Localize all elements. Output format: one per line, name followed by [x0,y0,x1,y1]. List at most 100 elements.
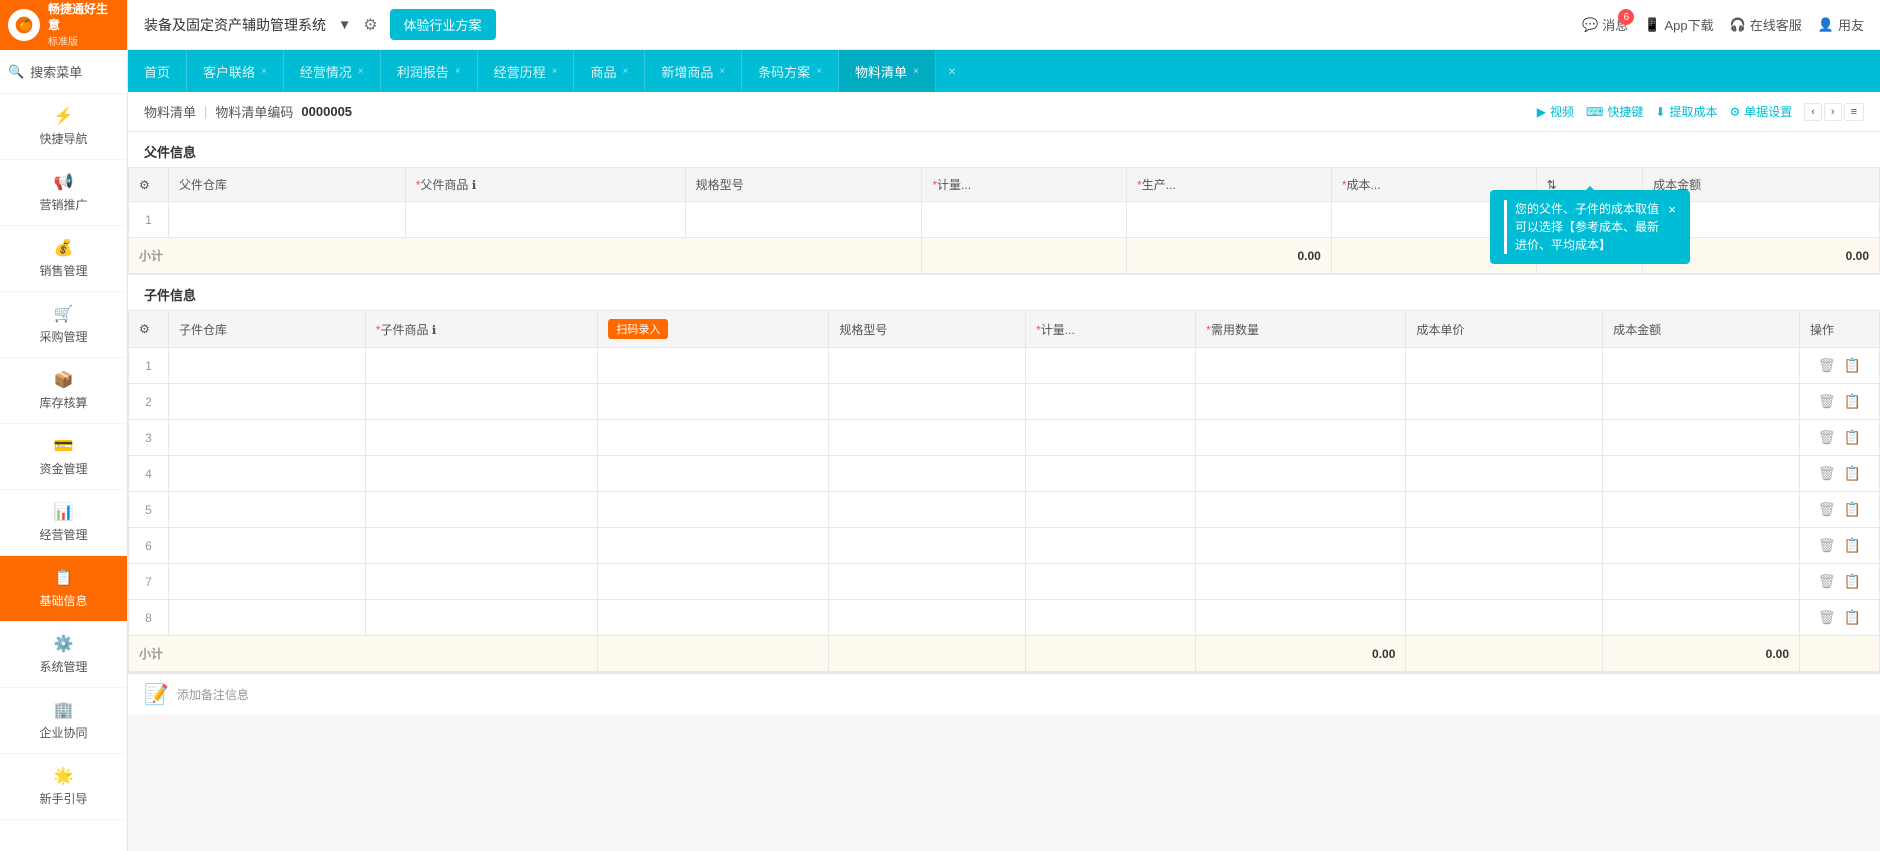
child-unit-cost-cell[interactable] [1406,456,1603,492]
tab-goods[interactable]: 商品 × [574,50,645,92]
child-unit-cell[interactable] [1026,564,1196,600]
child-warehouse-cell[interactable] [169,420,366,456]
parent-production-cell[interactable] [1127,202,1332,238]
tab-close-icon[interactable]: × [816,66,822,77]
delete-icon[interactable]: 🗑 [1818,609,1836,626]
sidebar-item-operations[interactable]: 📊 经营管理 [0,490,127,556]
sidebar-item-finance[interactable]: 💳 资金管理 [0,424,127,490]
child-unit-cell[interactable] [1026,600,1196,636]
tab-close-all[interactable]: × [936,50,968,92]
topbar-dropdown-button[interactable]: ▼ [338,17,351,32]
child-unit-cell[interactable] [1026,492,1196,528]
tab-operations[interactable]: 经营情况 × [284,50,381,92]
single-settings-action[interactable]: ⚙ 单据设置 [1729,103,1792,120]
child-spec-cell[interactable] [829,528,1026,564]
child-unit-cell[interactable] [1026,528,1196,564]
message-button[interactable]: 💬 消息 6 [1582,15,1628,34]
tab-close-icon[interactable]: × [358,66,364,77]
th-scan[interactable]: 扫码录入 [598,311,829,348]
delete-icon[interactable]: 🗑 [1818,573,1836,590]
child-product-cell[interactable] [365,348,598,384]
child-unit-cost-cell[interactable] [1406,348,1603,384]
tab-home[interactable]: 首页 [128,50,187,92]
delete-icon[interactable]: 🗑 [1818,429,1836,446]
child-warehouse-cell[interactable] [169,384,366,420]
copy-icon[interactable]: 📋 [1844,501,1861,518]
child-warehouse-cell[interactable] [169,348,366,384]
delete-icon[interactable]: 🗑 [1818,465,1836,482]
child-spec-cell[interactable] [829,420,1026,456]
child-qty-cell[interactable] [1196,600,1406,636]
tab-bom[interactable]: 物料清单 × [839,50,936,92]
child-unit-cell[interactable] [1026,384,1196,420]
child-spec-cell[interactable] [829,492,1026,528]
child-spec-cell[interactable] [829,348,1026,384]
delete-icon[interactable]: 🗑 [1818,501,1836,518]
view-action[interactable]: ▶ 视频 [1537,103,1574,120]
child-warehouse-cell[interactable] [169,492,366,528]
child-product-cell[interactable] [365,528,598,564]
child-spec-cell[interactable] [829,564,1026,600]
child-qty-cell[interactable] [1196,420,1406,456]
extract-cost-action[interactable]: ⬇ 提取成本 [1655,103,1717,120]
child-qty-cell[interactable] [1196,456,1406,492]
user-button[interactable]: 👤 用友 [1818,15,1864,34]
th-child-settings[interactable]: ⚙ [129,311,169,348]
tab-profit[interactable]: 利润报告 × [381,50,478,92]
child-qty-cell[interactable] [1196,348,1406,384]
copy-icon[interactable]: 📋 [1844,465,1861,482]
tab-add-goods[interactable]: 新增商品 × [645,50,742,92]
copy-icon[interactable]: 📋 [1844,429,1861,446]
tab-close-icon[interactable]: × [552,66,558,77]
th-settings[interactable]: ⚙ [129,168,169,202]
parent-warehouse-cell[interactable] [169,202,406,238]
delete-icon[interactable]: 🗑 [1818,357,1836,374]
child-product-cell[interactable] [365,456,598,492]
child-unit-cost-cell[interactable] [1406,384,1603,420]
tab-customer[interactable]: 客户联络 × [187,50,284,92]
child-spec-cell[interactable] [829,600,1026,636]
list-view-button[interactable]: ≡ [1844,103,1864,121]
prev-page-button[interactable]: ‹ [1804,103,1822,121]
child-qty-cell[interactable] [1196,384,1406,420]
child-spec-cell[interactable] [829,456,1026,492]
sidebar-item-inventory[interactable]: 📦 库存核算 [0,358,127,424]
copy-icon[interactable]: 📋 [1844,573,1861,590]
sidebar-item-purchase[interactable]: 🛒 采购管理 [0,292,127,358]
copy-icon[interactable]: 📋 [1844,537,1861,554]
child-unit-cost-cell[interactable] [1406,600,1603,636]
child-unit-cost-cell[interactable] [1406,564,1603,600]
tab-barcode[interactable]: 条码方案 × [742,50,839,92]
child-unit-cost-cell[interactable] [1406,492,1603,528]
parent-spec-cell[interactable] [685,202,922,238]
sidebar-item-marketing[interactable]: 📢 营销推广 [0,160,127,226]
sidebar-item-basic-info[interactable]: 📋 基础信息 [0,556,127,622]
sidebar-item-sales[interactable]: 💰 销售管理 [0,226,127,292]
child-unit-cell[interactable] [1026,348,1196,384]
tab-close-icon[interactable]: × [719,66,725,77]
child-unit-cost-cell[interactable] [1406,528,1603,564]
next-page-button[interactable]: › [1824,103,1842,121]
sidebar-item-system[interactable]: ⚙️ 系统管理 [0,622,127,688]
copy-icon[interactable]: 📋 [1844,393,1861,410]
copy-icon[interactable]: 📋 [1844,609,1861,626]
tooltip-close-button[interactable]: × [1668,200,1676,220]
child-unit-cost-cell[interactable] [1406,420,1603,456]
sidebar-item-guide[interactable]: 🌟 新手引导 [0,754,127,820]
online-support-button[interactable]: 🎧 在线客服 [1730,15,1802,34]
tab-close-icon[interactable]: × [261,66,267,77]
child-warehouse-cell[interactable] [169,528,366,564]
copy-icon[interactable]: 📋 [1844,357,1861,374]
sidebar-item-enterprise[interactable]: 🏢 企业协同 [0,688,127,754]
shortcut-action[interactable]: ⌨ 快捷键 [1586,103,1643,120]
scan-btn[interactable]: 扫码录入 [608,319,668,339]
sidebar-item-quick-nav[interactable]: ⚡ 快捷导航 [0,94,127,160]
search-menu-button[interactable]: 🔍 搜索菜单 [8,58,119,85]
child-product-cell[interactable] [365,600,598,636]
child-unit-cell[interactable] [1026,456,1196,492]
child-product-cell[interactable] [365,420,598,456]
tab-close-icon[interactable]: × [455,66,461,77]
app-download-button[interactable]: 📱 App下载 [1644,15,1713,34]
parent-product-cell[interactable] [405,202,685,238]
child-spec-cell[interactable] [829,384,1026,420]
